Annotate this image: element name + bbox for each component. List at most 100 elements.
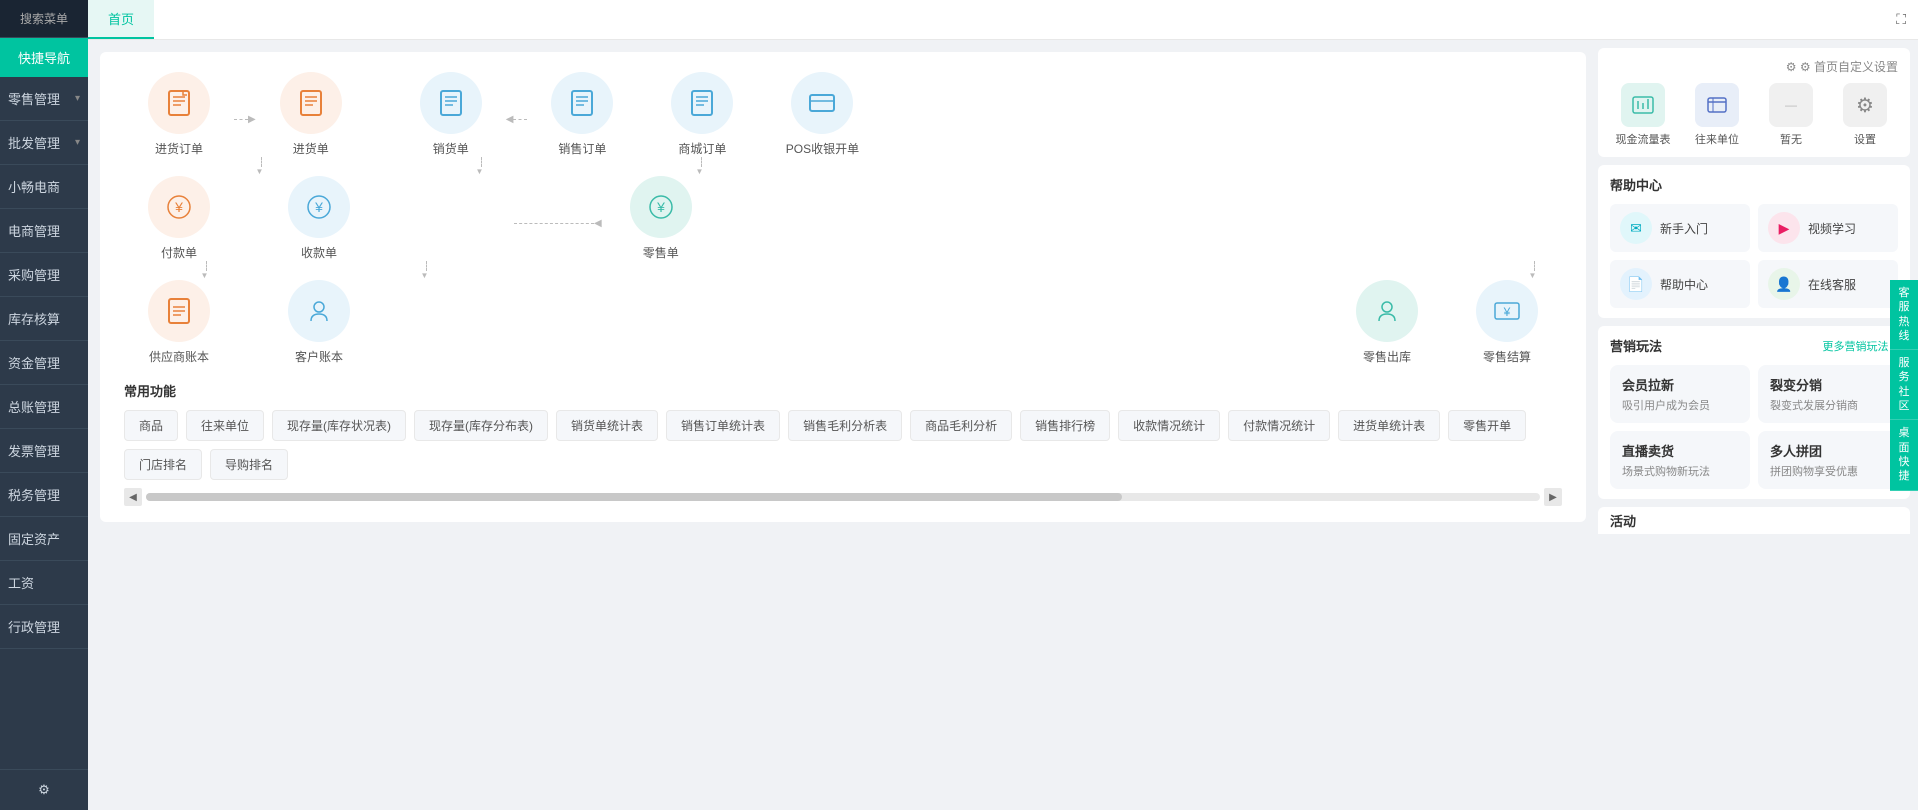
- sidebar-item-tax[interactable]: 税务管理: [0, 473, 88, 517]
- node-customer-ledger[interactable]: 客户账本: [264, 280, 374, 365]
- node-mall-order[interactable]: 商城订单: [647, 72, 757, 157]
- arrow-payment-down: ▼: [124, 261, 234, 280]
- sidebar-item-salary[interactable]: 工资: [0, 561, 88, 605]
- sidebar-search[interactable]: 搜索菜单: [0, 0, 88, 38]
- node-sales-bill[interactable]: 销货单: [396, 72, 506, 157]
- topbar: 首页 ⛶: [88, 0, 1918, 40]
- sidebar-item-wholesale[interactable]: 批发管理 ▾: [0, 121, 88, 165]
- help-item-online-service[interactable]: 👤 在线客服: [1758, 260, 1898, 308]
- node-retail-out[interactable]: 零售出库: [1332, 280, 1442, 365]
- svg-text:¥: ¥: [314, 199, 323, 215]
- qa-item-cashflow[interactable]: 现金流量表: [1610, 83, 1676, 147]
- sidebar-item-admin[interactable]: 行政管理: [0, 605, 88, 649]
- help-item-helpcenter[interactable]: 📄 帮助中心: [1610, 260, 1750, 308]
- mkt-grid: 会员拉新 吸引用户成为会员 裂变分销 裂变式发展分销商 直播卖货 场景式购物新玩…: [1610, 365, 1898, 489]
- mkt-more-btn[interactable]: 更多营销玩法 >: [1823, 338, 1898, 354]
- marketing-card: 营销玩法 更多营销玩法 > 会员拉新 吸引用户成为会员 裂变分销 裂变式发展分销…: [1598, 326, 1910, 499]
- sidebar-item-purchase[interactable]: 采购管理: [0, 253, 88, 297]
- sidebar-item-assets[interactable]: 固定资产: [0, 517, 88, 561]
- help-grid: ✉ 新手入门 ▶ 视频学习 📄 帮助中心 👤 在线客服: [1610, 204, 1898, 308]
- chevron-down-icon: ▾: [75, 137, 80, 148]
- mkt-item-groupbuy[interactable]: 多人拼团 拼团购物享受优惠: [1758, 431, 1898, 489]
- main-area: 首页 ⛶ 进货订单: [88, 0, 1918, 810]
- node-purchase-order[interactable]: 进货订单: [124, 72, 234, 157]
- activity-title: 活动: [1598, 507, 1910, 534]
- func-btn-payment-stat[interactable]: 付款情况统计: [1228, 410, 1330, 441]
- svg-text:¥: ¥: [1503, 305, 1511, 319]
- sidebar-item-finance[interactable]: 资金管理: [0, 341, 88, 385]
- sidebar-item-ledger[interactable]: 总账管理: [0, 385, 88, 429]
- scrollbar: ◀ ▶: [124, 488, 1562, 506]
- node-supplier-ledger[interactable]: 供应商账本: [124, 280, 234, 365]
- customize-settings-btn[interactable]: ⚙ ⚙ 首页自定义设置: [1610, 58, 1898, 75]
- func-btn-sales-rank[interactable]: 销售排行榜: [1020, 410, 1110, 441]
- func-grid: 商品 往来单位 现存量(库存状况表) 现存量(库存分布表) 销货单统计表 销售订…: [124, 410, 1562, 480]
- right-panel: ⚙ ⚙ 首页自定义设置 现金流量表 往来单位: [1598, 40, 1918, 810]
- scroll-track[interactable]: [146, 493, 1540, 501]
- qa-item-settings[interactable]: ⚙ 设置: [1832, 83, 1898, 147]
- node-pos[interactable]: POS收银开单: [767, 72, 877, 157]
- float-btn-service[interactable]: 客服热线: [1890, 280, 1918, 350]
- func-btn-store-rank[interactable]: 门店排名: [124, 449, 202, 480]
- video-icon: ▶: [1768, 212, 1800, 244]
- tab-home[interactable]: 首页: [88, 0, 154, 39]
- qa-grid: 现金流量表 往来单位 — 暂无 ⚙ 设置: [1610, 83, 1898, 147]
- help-title: 帮助中心: [1610, 175, 1898, 194]
- arrow-receipt-down: ▼: [344, 261, 454, 280]
- func-btn-goods-profit[interactable]: 商品毛利分析: [910, 410, 1012, 441]
- units-icon: [1695, 83, 1739, 127]
- sidebar-item-invoice[interactable]: 发票管理: [0, 429, 88, 473]
- help-item-beginner[interactable]: ✉ 新手入门: [1610, 204, 1750, 252]
- float-btn-desktop[interactable]: 桌面快捷: [1890, 420, 1918, 490]
- func-btn-receipt-stat[interactable]: 收款情况统计: [1118, 410, 1220, 441]
- func-btn-goods[interactable]: 商品: [124, 410, 178, 441]
- svg-text:¥: ¥: [656, 199, 665, 215]
- help-item-video[interactable]: ▶ 视频学习: [1758, 204, 1898, 252]
- node-purchase-bill[interactable]: 进货单: [256, 72, 366, 157]
- qa-item-none[interactable]: — 暂无: [1758, 83, 1824, 147]
- func-btn-sales-profit[interactable]: 销售毛利分析表: [788, 410, 902, 441]
- sidebar-item-inventory[interactable]: 库存核算: [0, 297, 88, 341]
- node-payment[interactable]: ¥ 付款单: [124, 176, 234, 261]
- func-btn-retail-open[interactable]: 零售开单: [1448, 410, 1526, 441]
- arrow-sales-down: ▼: [399, 157, 509, 176]
- func-btn-stock-status[interactable]: 现存量(库存状况表): [272, 410, 406, 441]
- mkt-item-live[interactable]: 直播卖货 场景式购物新玩法: [1610, 431, 1750, 489]
- func-btn-stock-dist[interactable]: 现存量(库存分布表): [414, 410, 548, 441]
- scroll-left-btn[interactable]: ◀: [124, 488, 142, 506]
- content-area: 进货订单 ▶ 进货单: [88, 40, 1918, 810]
- node-retail-bill[interactable]: ¥ 零售单: [606, 176, 716, 261]
- mkt-item-member[interactable]: 会员拉新 吸引用户成为会员: [1610, 365, 1750, 423]
- beginner-icon: ✉: [1620, 212, 1652, 244]
- func-btn-guide-rank[interactable]: 导购排名: [210, 449, 288, 480]
- sidebar: 搜索菜单 快捷导航 零售管理 ▾ 批发管理 ▾ 小畅电商 电商管理 采购管理 库…: [0, 0, 88, 810]
- sidebar-item-retail[interactable]: 零售管理 ▾: [0, 77, 88, 121]
- scroll-right-btn[interactable]: ▶: [1544, 488, 1562, 506]
- left-panel: 进货订单 ▶ 进货单: [88, 40, 1598, 810]
- float-btn-community[interactable]: 服务社区: [1890, 350, 1918, 420]
- topbar-right: ⛶: [1892, 7, 1918, 32]
- settings-icon[interactable]: ⚙: [0, 769, 88, 810]
- func-btn-sales-stat[interactable]: 销货单统计表: [556, 410, 658, 441]
- qa-item-units[interactable]: 往来单位: [1684, 83, 1750, 147]
- none-icon: —: [1769, 83, 1813, 127]
- float-buttons: 客服热线 服务社区 桌面快捷: [1890, 280, 1918, 491]
- sidebar-item-ecommerce[interactable]: 电商管理: [0, 209, 88, 253]
- svg-text:¥: ¥: [174, 199, 183, 215]
- common-funcs: 常用功能 商品 往来单位 现存量(库存状况表) 现存量(库存分布表) 销货单统计…: [124, 381, 1562, 480]
- arrow-pos-down: ▼: [619, 157, 729, 176]
- func-btn-sales-order-stat[interactable]: 销售订单统计表: [666, 410, 780, 441]
- cashflow-icon: [1621, 83, 1665, 127]
- mkt-title: 营销玩法: [1610, 336, 1662, 355]
- arrow-retail-down: ▼: [1452, 261, 1562, 280]
- sidebar-quicknav[interactable]: 快捷导航: [0, 38, 88, 77]
- node-sales-order[interactable]: 销售订单: [527, 72, 637, 157]
- node-retail-settle[interactable]: ¥ 零售结算: [1452, 280, 1562, 365]
- fullscreen-icon[interactable]: ⛶: [1892, 7, 1910, 32]
- node-receipt[interactable]: ¥ 收款单: [264, 176, 374, 261]
- func-btn-purchase-stat[interactable]: 进货单统计表: [1338, 410, 1440, 441]
- mkt-header: 营销玩法 更多营销玩法 >: [1610, 336, 1898, 355]
- mkt-item-fission[interactable]: 裂变分销 裂变式发展分销商: [1758, 365, 1898, 423]
- sidebar-item-ecommerce-small[interactable]: 小畅电商: [0, 165, 88, 209]
- func-btn-units[interactable]: 往来单位: [186, 410, 264, 441]
